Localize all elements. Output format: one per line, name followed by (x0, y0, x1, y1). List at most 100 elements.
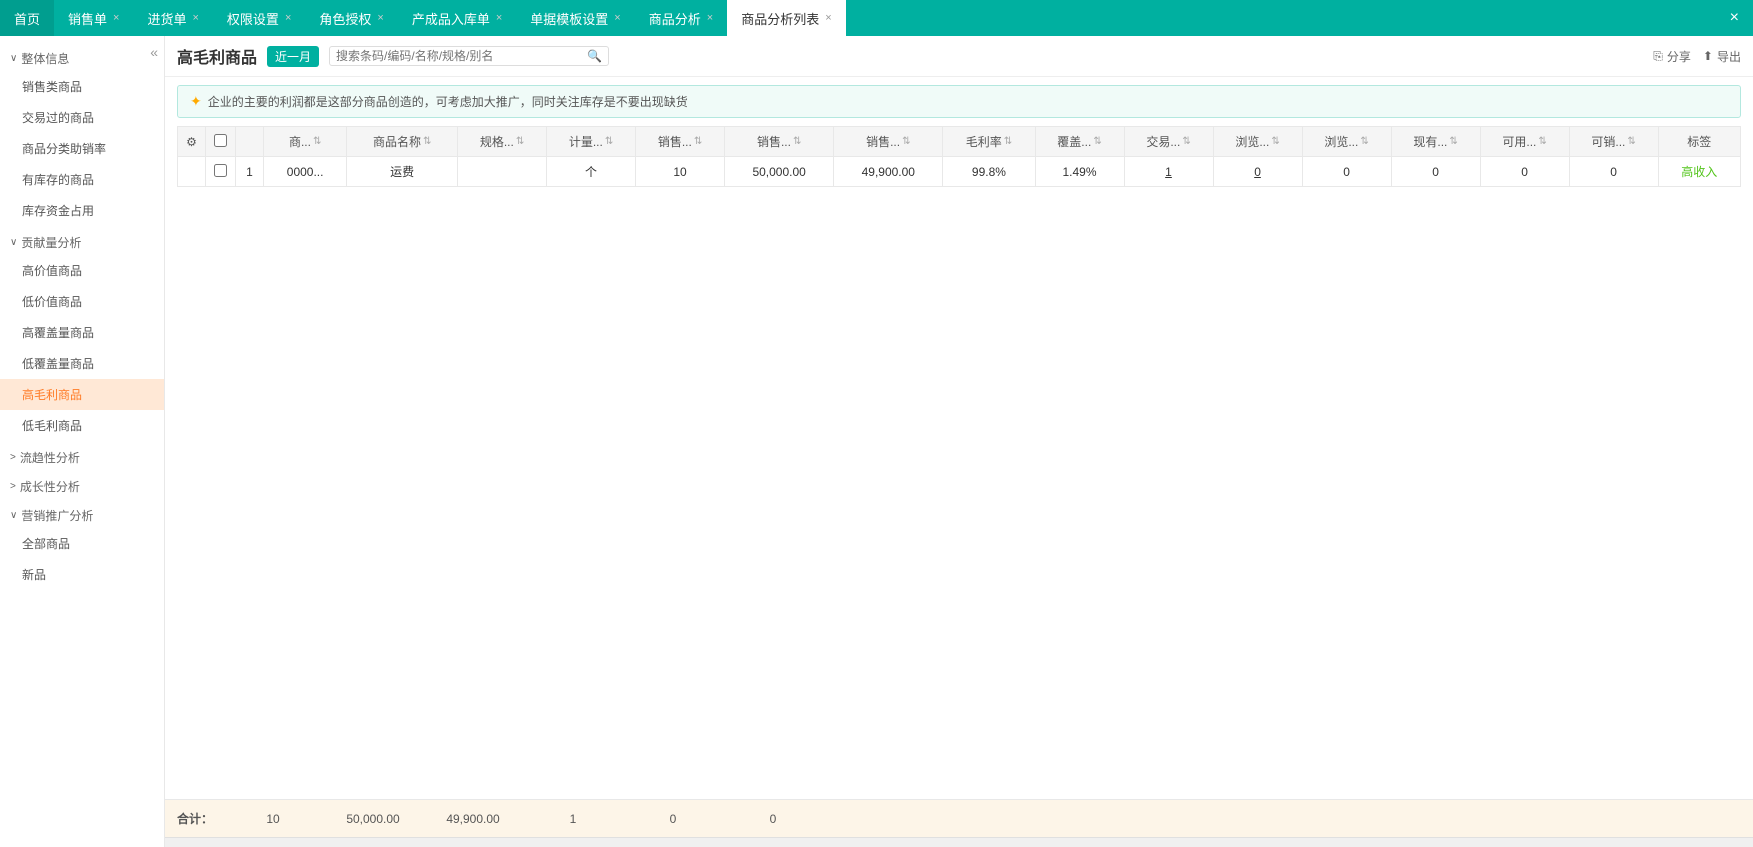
nav-item-产成品入库单[interactable]: 产成品入库单× (398, 0, 516, 36)
sort-icon-stock_current[interactable]: ⇅ (1449, 136, 1457, 147)
col-header-stock_available[interactable]: 可用...⇅ (1480, 127, 1569, 157)
sidebar-item-交易过的商品[interactable]: 交易过的商品 (0, 102, 164, 133)
sort-icon-unit[interactable]: ⇅ (605, 136, 613, 147)
sort-icon-trade[interactable]: ⇅ (1182, 136, 1190, 147)
search-icon[interactable]: 🔍 (587, 49, 602, 63)
cell-link-browse1[interactable]: 0 (1254, 165, 1261, 179)
footer-stock-current: 0 (633, 812, 713, 826)
info-icon: ✦ (190, 93, 202, 110)
nav-item-商品分析[interactable]: 商品分析× (635, 0, 727, 36)
col-header-name[interactable]: 商品名称⇅ (347, 127, 458, 157)
sidebar-item-商品分类助销率[interactable]: 商品分类助销率 (0, 133, 164, 164)
cell-stock_available: 0 (1480, 157, 1569, 187)
sidebar-collapse-button[interactable]: « (150, 44, 158, 60)
sidebar-section-label: 成长性分析 (20, 478, 80, 495)
footer-trade: 1 (533, 812, 613, 826)
search-container: 🔍 (329, 46, 609, 66)
col-label-stock_available: 可用... (1502, 133, 1536, 150)
share-button[interactable]: ⎘ 分享 (1653, 48, 1691, 65)
sidebar-item-有库存的商品[interactable]: 有库存的商品 (0, 164, 164, 195)
col-header-unit[interactable]: 计量...⇅ (547, 127, 636, 157)
nav-item-角色授权[interactable]: 角色授权× (305, 0, 397, 36)
sidebar-section-label: 流趋性分析 (20, 449, 80, 466)
horizontal-scrollbar[interactable] (165, 837, 1753, 847)
col-header-trade[interactable]: 交易...⇅ (1124, 127, 1213, 157)
sort-icon-gross_rate[interactable]: ⇅ (1004, 136, 1012, 147)
sort-icon-browse2[interactable]: ⇅ (1360, 136, 1368, 147)
sidebar-item-全部商品[interactable]: 全部商品 (0, 528, 164, 559)
content-header: 高毛利商品 近一月 🔍 ⎘ 分享 ⬆ 导出 (165, 36, 1753, 77)
row-checkbox[interactable] (214, 164, 227, 177)
nav-close-icon[interactable]: × (192, 12, 198, 24)
nav-close-icon[interactable]: × (614, 12, 620, 24)
sidebar-section-成长性分析[interactable]: >成长性分析 (0, 470, 164, 499)
nav-item-进货单[interactable]: 进货单× (133, 0, 212, 36)
sort-icon-spec[interactable]: ⇅ (516, 136, 524, 147)
nav-close-icon[interactable]: × (707, 12, 713, 24)
sort-icon-sales_cost[interactable]: ⇅ (902, 136, 910, 147)
col-sort-name: 商品名称⇅ (353, 133, 451, 150)
col-sort-gross_rate: 毛利率⇅ (949, 133, 1028, 150)
col-header-browse2[interactable]: 浏览...⇅ (1302, 127, 1391, 157)
sidebar-item-高毛利商品[interactable]: 高毛利商品 (0, 379, 164, 410)
nav-close-icon[interactable]: × (113, 12, 119, 24)
sidebar-item-库存资金占用[interactable]: 库存资金占用 (0, 195, 164, 226)
col-header-gross_rate[interactable]: 毛利率⇅ (943, 127, 1035, 157)
sidebar-section-营销推广分析[interactable]: ∨营销推广分析 (0, 499, 164, 528)
col-sort-tag: 标签 (1665, 133, 1734, 150)
sort-icon-stock_sale[interactable]: ⇅ (1627, 136, 1635, 147)
sort-icon-sales_amount[interactable]: ⇅ (793, 136, 801, 147)
col-header-stock_current[interactable]: 现有...⇅ (1391, 127, 1480, 157)
col-header-sales_cost[interactable]: 销售...⇅ (834, 127, 943, 157)
settings-icon[interactable]: ⚙ (186, 135, 197, 149)
col-header-stock_sale[interactable]: 可销...⇅ (1569, 127, 1658, 157)
export-button[interactable]: ⬆ 导出 (1703, 48, 1741, 65)
nav-item-权限设置[interactable]: 权限设置× (213, 0, 305, 36)
sidebar-item-高覆盖量商品[interactable]: 高覆盖量商品 (0, 317, 164, 348)
sort-icon-sales_qty[interactable]: ⇅ (694, 136, 702, 147)
sidebar-section-流趋性分析[interactable]: > 流趋性分析 (0, 441, 164, 470)
sidebar-item-低覆盖量商品[interactable]: 低覆盖量商品 (0, 348, 164, 379)
nav-close-icon[interactable]: × (496, 12, 502, 24)
sidebar-item-低价值商品[interactable]: 低价值商品 (0, 286, 164, 317)
col-label-coverage: 覆盖... (1057, 133, 1091, 150)
search-input[interactable] (336, 49, 583, 63)
nav-close-icon[interactable]: × (825, 12, 831, 24)
cell-seq: 1 (236, 157, 264, 187)
sidebar-item-高价值商品[interactable]: 高价值商品 (0, 255, 164, 286)
sidebar-item-低毛利商品[interactable]: 低毛利商品 (0, 410, 164, 441)
cell-sales_amount: 50,000.00 (725, 157, 834, 187)
nav-close-icon[interactable]: × (285, 12, 291, 24)
col-header-sales_qty[interactable]: 销售...⇅ (636, 127, 725, 157)
sidebar-section-贡献量分析[interactable]: ∨贡献量分析 (0, 226, 164, 255)
col-sort-trade: 交易...⇅ (1131, 133, 1207, 150)
col-header-coverage[interactable]: 覆盖...⇅ (1035, 127, 1124, 157)
cell-tag: 高收入 (1658, 157, 1740, 187)
cell-link-trade[interactable]: 1 (1165, 165, 1172, 179)
nav-item-销售单[interactable]: 销售单× (54, 0, 133, 36)
sort-icon-stock_available[interactable]: ⇅ (1538, 136, 1546, 147)
period-button[interactable]: 近一月 (267, 46, 319, 67)
table-container[interactable]: ⚙商...⇅商品名称⇅规格...⇅计量...⇅销售...⇅销售...⇅销售...… (165, 126, 1753, 799)
sort-icon-code[interactable]: ⇅ (313, 136, 321, 147)
nav-item-首页[interactable]: 首页 (0, 0, 54, 36)
close-app-button[interactable]: × (1716, 0, 1753, 36)
sidebar-arrow-icon: > (10, 452, 16, 463)
col-sort-unit: 计量...⇅ (553, 133, 629, 150)
sort-icon-coverage[interactable]: ⇅ (1093, 136, 1101, 147)
col-header-spec[interactable]: 规格...⇅ (458, 127, 547, 157)
col-header-code[interactable]: 商...⇅ (264, 127, 347, 157)
sort-icon-name[interactable]: ⇅ (423, 136, 431, 147)
sidebar-item-新品[interactable]: 新品 (0, 559, 164, 590)
select-all-checkbox[interactable] (214, 134, 227, 147)
sidebar-item-销售类商品[interactable]: 销售类商品 (0, 71, 164, 102)
nav-close-icon[interactable]: × (377, 12, 383, 24)
cell-stock_sale: 0 (1569, 157, 1658, 187)
col-header-sales_amount[interactable]: 销售...⇅ (725, 127, 834, 157)
col-header-browse1[interactable]: 浏览...⇅ (1213, 127, 1302, 157)
nav-item-商品分析列表[interactable]: 商品分析列表× (727, 0, 845, 36)
cell-stock_current: 0 (1391, 157, 1480, 187)
nav-item-单据模板设置[interactable]: 单据模板设置× (516, 0, 634, 36)
sidebar-section-整体信息[interactable]: ∨整体信息 (0, 42, 164, 71)
sort-icon-browse1[interactable]: ⇅ (1271, 136, 1279, 147)
